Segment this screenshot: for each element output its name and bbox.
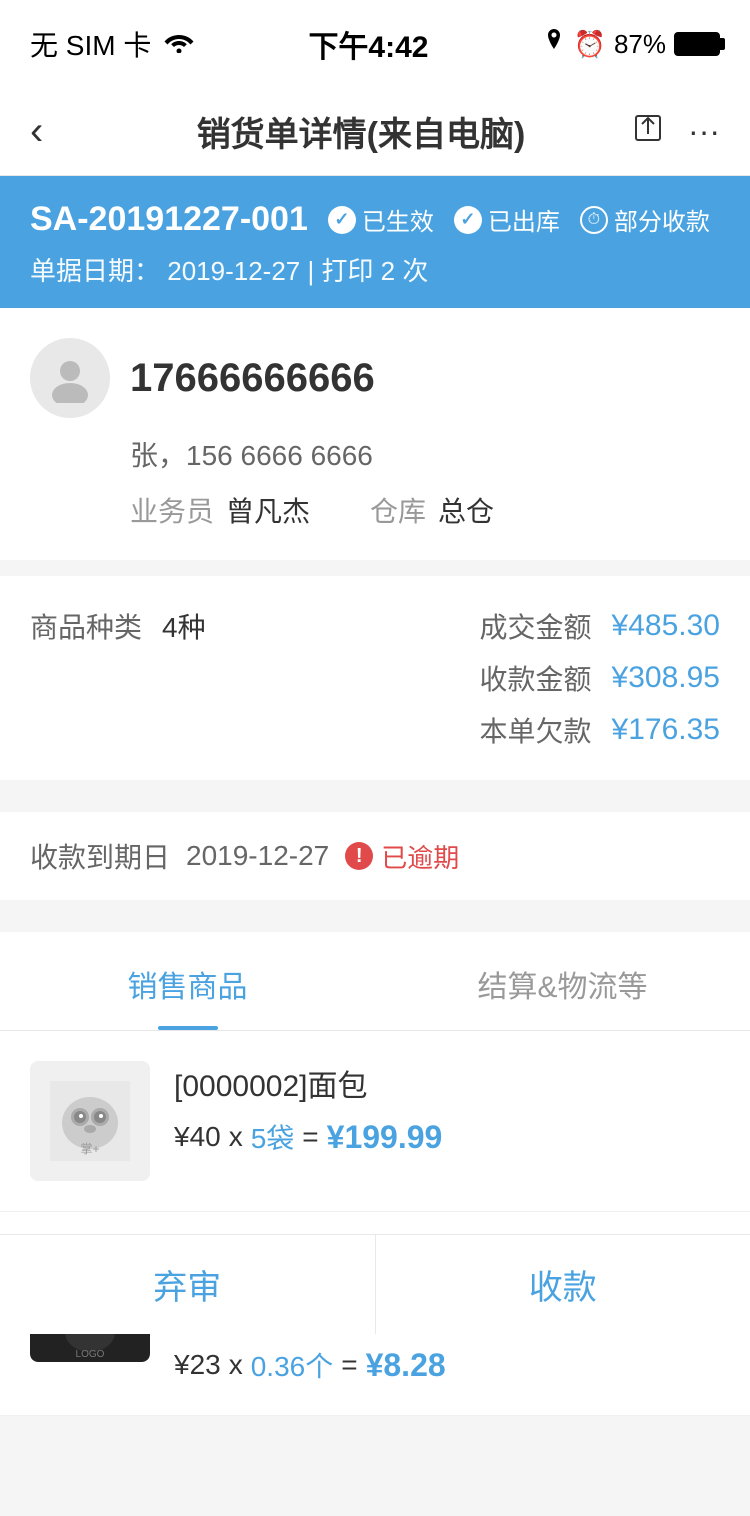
price-qty-2: 0.36个	[251, 1345, 334, 1385]
customer-name: 17666666666	[130, 356, 375, 401]
category-label: 商品种类	[30, 606, 142, 646]
product-image-1: 掌+	[30, 1061, 150, 1181]
product-name-1: [0000002]面包	[174, 1061, 720, 1105]
status-bar: 无 SIM 卡 下午4:42 ⏰ 87%	[0, 0, 750, 88]
customer-meta: 业务员 曾凡杰 仓库 总仓	[30, 490, 720, 530]
separator-2	[0, 900, 750, 916]
page-title: 销货单详情(来自电脑)	[197, 107, 526, 156]
received-label: 收款金额	[480, 658, 592, 698]
amount-label: 成交金额	[480, 606, 592, 646]
carrier-text: 无 SIM 卡	[30, 24, 151, 64]
owed-value: ¥176.35	[612, 713, 720, 747]
tabs-section: 销售商品 结算&物流等	[0, 932, 750, 1031]
back-button[interactable]: ‹	[30, 109, 90, 154]
amount-value: ¥485.30	[612, 609, 720, 643]
svg-text:LOGO: LOGO	[76, 1349, 105, 1360]
warehouse-value: 总仓	[438, 490, 494, 530]
check-icon-2: ✓	[454, 206, 482, 234]
due-label: 收款到期日	[30, 836, 170, 876]
stats-left: 商品种类 4种	[30, 606, 206, 646]
nav-actions: ···	[632, 112, 720, 152]
owed-label: 本单欠款	[480, 710, 592, 750]
order-date: 2019-12-27	[167, 256, 300, 286]
footer: 弃审 收款	[0, 1234, 750, 1334]
status-right: ⏰ 87%	[542, 27, 720, 62]
tab-settlement-label: 结算&物流等	[477, 971, 647, 1004]
stats-section: 商品种类 4种 成交金额 ¥485.30 收款金额 ¥308.95 本单欠款 ¥…	[0, 576, 750, 780]
badge-partial: ⏱ 部分收款	[580, 202, 710, 237]
sales-value: 曾凡杰	[226, 490, 310, 530]
more-icon[interactable]: ···	[688, 113, 720, 150]
customer-phone: 张，156 6666 6666	[30, 434, 720, 474]
badge-effective: ✓ 已生效	[328, 202, 434, 237]
alarm-icon: ⏰	[574, 29, 606, 60]
location-icon	[542, 27, 566, 62]
date-label: 单据日期：	[30, 256, 160, 286]
header-banner: SA-20191227-001 ✓ 已生效 ✓ 已出库 ⏱ 部分收款 单据日期：…	[0, 176, 750, 308]
separator-1	[0, 796, 750, 812]
equals-1: =	[302, 1121, 318, 1153]
amount-row: 成交金额 ¥485.30	[480, 606, 720, 646]
confirm-label: 收款	[529, 1260, 597, 1309]
share-icon[interactable]	[632, 112, 664, 152]
warehouse-item: 仓库 总仓	[370, 490, 494, 530]
battery-text: 87%	[614, 29, 666, 60]
stats-grid: 商品种类 4种 成交金额 ¥485.30 收款金额 ¥308.95 本单欠款 ¥…	[30, 606, 720, 750]
banner-row1: SA-20191227-001 ✓ 已生效 ✓ 已出库 ⏱ 部分收款	[30, 200, 720, 239]
tabs-row: 销售商品 结算&物流等	[0, 932, 750, 1031]
sales-label: 业务员	[130, 490, 214, 530]
confirm-button[interactable]: 收款	[376, 1235, 750, 1334]
list-item: 掌+ [0000002]面包 ¥40 x 5袋 = ¥199.99	[0, 1031, 750, 1212]
overdue-icon: !	[345, 842, 373, 870]
due-date: 2019-12-27	[186, 840, 329, 872]
product-price-row-2: ¥23 x 0.36个 = ¥8.28	[174, 1345, 720, 1385]
product-price-row-1: ¥40 x 5袋 = ¥199.99	[174, 1117, 720, 1157]
print-text: | 打印 2 次	[307, 256, 428, 286]
received-value: ¥308.95	[612, 661, 720, 695]
overdue-badge: ! 已逾期	[345, 838, 459, 875]
warehouse-label: 仓库	[370, 490, 426, 530]
tab-sales-products[interactable]: 销售商品	[0, 932, 375, 1030]
badge-partial-label: 部分收款	[614, 202, 710, 237]
customer-section: 17666666666 张，156 6666 6666 业务员 曾凡杰 仓库 总…	[0, 308, 750, 560]
multiply-icon-2: x	[229, 1349, 243, 1381]
products-section: 掌+ [0000002]面包 ¥40 x 5袋 = ¥199.99	[0, 1031, 750, 1416]
status-left: 无 SIM 卡	[30, 24, 195, 64]
tab-settlement[interactable]: 结算&物流等	[375, 932, 750, 1030]
product-info-1: [0000002]面包 ¥40 x 5袋 = ¥199.99	[174, 1061, 720, 1157]
banner-date-row: 单据日期： 2019-12-27 | 打印 2 次	[30, 251, 720, 288]
price-qty-1: 5袋	[251, 1117, 295, 1157]
status-time: 下午4:42	[308, 22, 428, 66]
check-icon: ✓	[328, 206, 356, 234]
avatar	[30, 338, 110, 418]
category-count: 4种	[162, 606, 206, 646]
price-base-1: ¥40	[174, 1121, 221, 1153]
price-total-1: ¥199.99	[327, 1119, 443, 1156]
price-base-2: ¥23	[174, 1349, 221, 1381]
cancel-label: 弃审	[153, 1260, 221, 1309]
customer-row: 17666666666	[30, 338, 720, 418]
equals-2: =	[341, 1349, 357, 1381]
stats-right: 成交金额 ¥485.30 收款金额 ¥308.95 本单欠款 ¥176.35	[480, 606, 720, 750]
due-section: 收款到期日 2019-12-27 ! 已逾期	[0, 812, 750, 900]
multiply-icon-1: x	[229, 1121, 243, 1153]
wifi-icon	[163, 28, 195, 60]
battery-icon	[674, 32, 720, 56]
cancel-button[interactable]: 弃审	[0, 1235, 376, 1334]
tab-sales-label: 销售商品	[128, 971, 248, 1004]
price-total-2: ¥8.28	[366, 1347, 446, 1384]
received-row: 收款金额 ¥308.95	[480, 658, 720, 698]
salesperson-item: 业务员 曾凡杰	[130, 490, 310, 530]
clock-icon: ⏱	[580, 206, 608, 234]
svg-text:掌+: 掌+	[80, 1142, 99, 1156]
order-id: SA-20191227-001	[30, 200, 308, 239]
overdue-text: 已逾期	[381, 838, 459, 875]
owed-row: 本单欠款 ¥176.35	[480, 710, 720, 750]
badge-shipped: ✓ 已出库	[454, 202, 560, 237]
nav-bar: ‹ 销货单详情(来自电脑) ···	[0, 88, 750, 176]
badge-shipped-label: 已出库	[488, 202, 560, 237]
badge-effective-label: 已生效	[362, 202, 434, 237]
